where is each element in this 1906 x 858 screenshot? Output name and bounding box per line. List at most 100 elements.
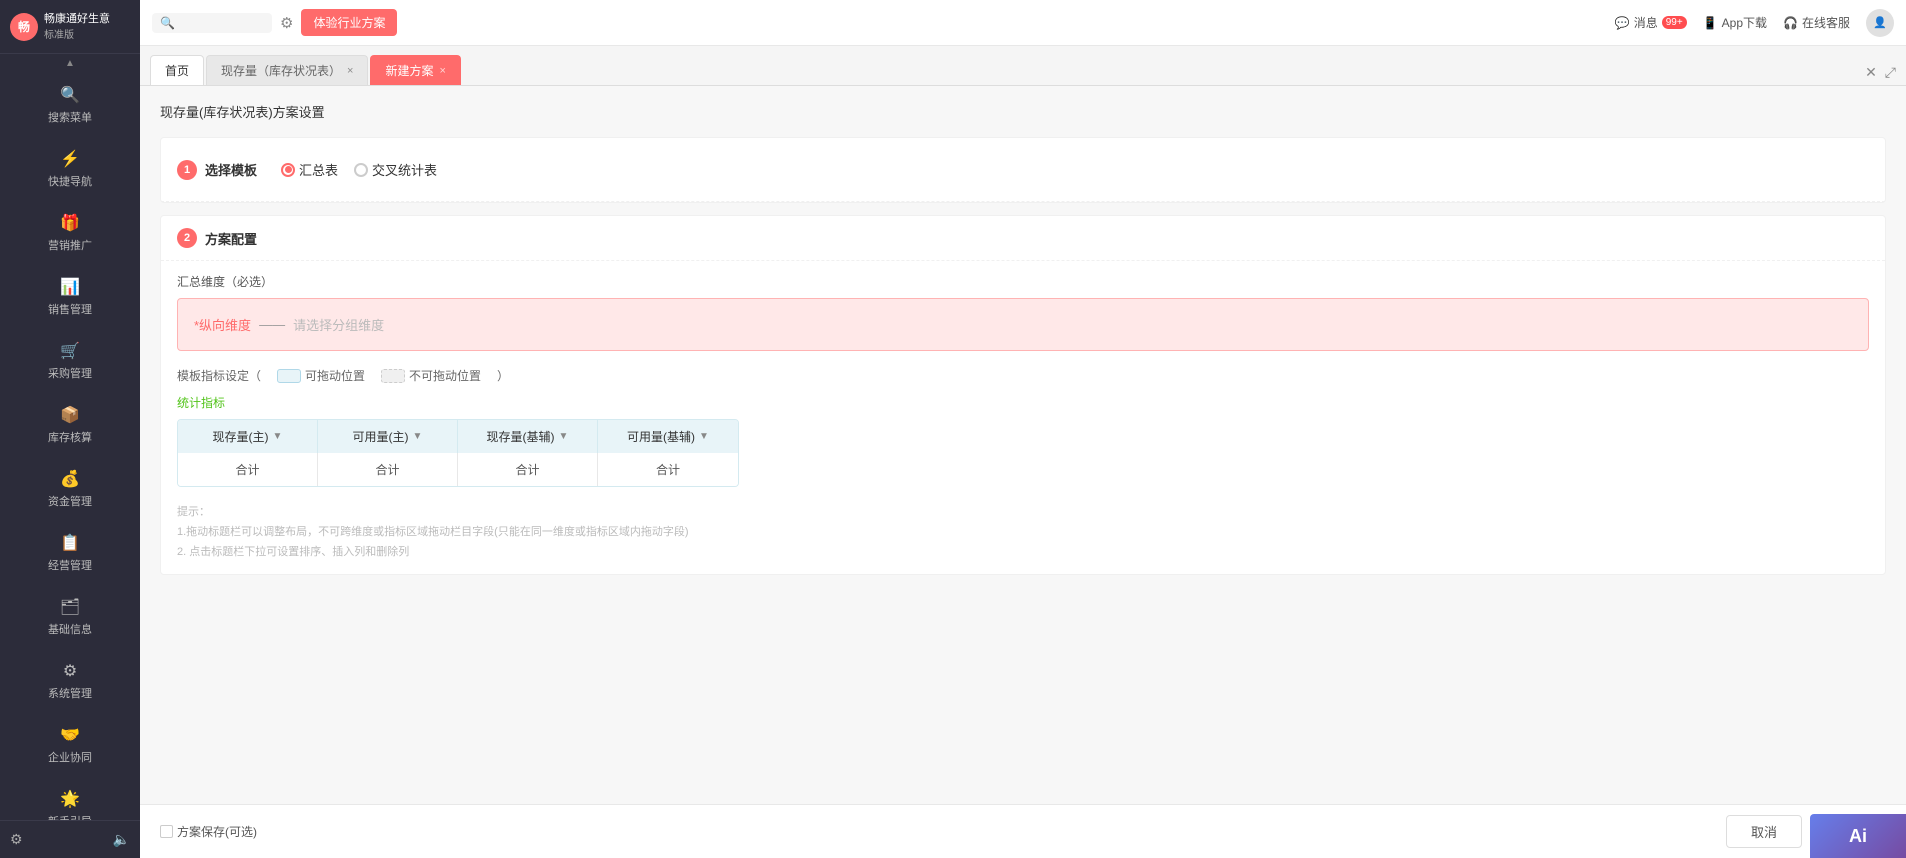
stats-col-sub-label-3: 合计 bbox=[656, 461, 680, 478]
search-menu-icon: 🔍 bbox=[60, 85, 80, 105]
save-checkbox-label[interactable]: 方案保存(可选) bbox=[160, 823, 257, 840]
dimension-area[interactable]: *纵向维度 —— 请选择分组维度 bbox=[177, 298, 1869, 351]
stats-col-sub-label-0: 合计 bbox=[235, 461, 259, 478]
sales-icon: 📊 bbox=[60, 277, 80, 297]
sidebar-item-marketing[interactable]: 🎁 营销推广 bbox=[0, 201, 140, 265]
stats-col-header-label-1: 可用量(主) bbox=[353, 428, 409, 445]
step1-title: 选择模板 bbox=[205, 160, 257, 179]
section1-header: 1 选择模板 汇总表 交叉统计表 bbox=[161, 138, 1885, 202]
sidebar-item-label-enterprise: 企业协同 bbox=[48, 749, 92, 765]
sidebar-item-label-finance: 资金管理 bbox=[48, 493, 92, 509]
step2-badge: 2 bbox=[177, 228, 197, 248]
sidebar-item-label-purchase: 采购管理 bbox=[48, 365, 92, 381]
stats-col-sub-label-1: 合计 bbox=[375, 461, 399, 478]
enterprise-icon: 🤝 bbox=[60, 725, 80, 745]
scroll-up-arrow[interactable]: ▲ bbox=[0, 54, 140, 73]
window-controls: ✕ ⤢ bbox=[1865, 64, 1906, 85]
stats-col-body-1: 合计 bbox=[318, 453, 458, 486]
sidebar-item-sales[interactable]: 📊 销售管理 bbox=[0, 265, 140, 329]
inventory-icon: 📦 bbox=[60, 405, 80, 425]
sidebar-item-quick-nav[interactable]: ⚡ 快捷导航 bbox=[0, 137, 140, 201]
main-area: 🔍 ⚙ 体验行业方案 💬 消息 99+ 📱 App下载 🎧 在线客服 👤 bbox=[140, 0, 1906, 858]
sidebar-item-enterprise[interactable]: 🤝 企业协同 bbox=[0, 713, 140, 777]
legend-draggable: 可拖动位置 bbox=[277, 367, 365, 384]
sidebar-item-label-inventory: 库存核算 bbox=[48, 429, 92, 445]
sidebar-item-system[interactable]: ⚙ 系统管理 bbox=[0, 649, 140, 713]
management-icon: 📋 bbox=[60, 533, 80, 553]
sidebar-item-guide[interactable]: 🌟 新手引导 bbox=[0, 777, 140, 820]
app-download-icon: 📱 bbox=[1703, 16, 1718, 30]
stats-col-header-0[interactable]: 现存量(主) ▼ bbox=[178, 420, 318, 453]
stats-col-body-0: 合计 bbox=[178, 453, 318, 486]
cancel-button[interactable]: 取消 bbox=[1726, 815, 1802, 848]
sidebar-item-search-menu[interactable]: 🔍 搜索菜单 bbox=[0, 73, 140, 137]
sidebar-item-basic-info[interactable]: 🗂 基础信息 bbox=[0, 585, 140, 649]
legend-non-draggable-label: 不可拖动位置 bbox=[409, 367, 481, 384]
radio-summary-label: 汇总表 bbox=[299, 160, 338, 179]
topbar-search-box[interactable]: 🔍 bbox=[152, 13, 272, 33]
indicator-legend-suffix: ） bbox=[497, 367, 509, 384]
section2-content: 汇总维度（必选） *纵向维度 —— 请选择分组维度 模板指标设定（ 可拖动位置 bbox=[161, 261, 1885, 574]
sidebar-audio-btn[interactable]: 🔈 bbox=[113, 831, 130, 848]
radio-summary-circle bbox=[281, 163, 295, 177]
sidebar-item-inventory[interactable]: 📦 库存核算 bbox=[0, 393, 140, 457]
sidebar-item-label-marketing: 营销推广 bbox=[48, 237, 92, 253]
tab-new-plan-close[interactable]: × bbox=[439, 65, 445, 77]
stats-col-dropdown-3[interactable]: ▼ bbox=[699, 431, 709, 442]
sidebar-item-label-basic-info: 基础信息 bbox=[48, 621, 92, 637]
tab-inventory-close[interactable]: × bbox=[347, 65, 353, 77]
topbar-gear-icon[interactable]: ⚙ bbox=[280, 14, 293, 32]
online-service-btn[interactable]: 🎧 在线客服 bbox=[1783, 14, 1850, 31]
vertical-dimension-label: *纵向维度 bbox=[194, 315, 251, 334]
bottom-bar: 方案保存(可选) 取消 查询 bbox=[140, 804, 1906, 858]
tab-new-plan[interactable]: 新建方案 × bbox=[370, 55, 460, 85]
tab-home[interactable]: 首页 bbox=[150, 55, 204, 85]
stats-col-header-1[interactable]: 可用量(主) ▼ bbox=[318, 420, 458, 453]
stats-col-dropdown-0[interactable]: ▼ bbox=[273, 431, 283, 442]
stats-col-dropdown-2[interactable]: ▼ bbox=[559, 431, 569, 442]
purchase-icon: 🛒 bbox=[60, 341, 80, 361]
stats-table-body: 合计 合计 合计 合计 bbox=[178, 453, 738, 486]
online-service-label: 在线客服 bbox=[1802, 14, 1850, 31]
radio-summary[interactable]: 汇总表 bbox=[281, 160, 338, 179]
tip-item-0: 1.拖动标题栏可以调整布局，不可跨维度或指标区域拖动栏目字段(只能在同一维度或指… bbox=[177, 523, 1869, 543]
search-input[interactable] bbox=[179, 16, 259, 30]
message-icon: 💬 bbox=[1615, 16, 1630, 30]
industry-plan-button[interactable]: 体验行业方案 bbox=[301, 9, 397, 36]
section2-header: 2 方案配置 bbox=[161, 216, 1885, 261]
stats-col-header-label-0: 现存量(主) bbox=[213, 428, 269, 445]
stats-col-header-2[interactable]: 现存量(基辅) ▼ bbox=[458, 420, 598, 453]
user-avatar[interactable]: 👤 bbox=[1866, 9, 1894, 37]
headset-icon: 🎧 bbox=[1783, 16, 1798, 30]
window-close-btn[interactable]: ✕ bbox=[1865, 64, 1877, 81]
app-download-label: App下载 bbox=[1722, 14, 1767, 31]
dimension-field-label: 汇总维度（必选） bbox=[177, 273, 1869, 290]
radio-cross-circle bbox=[354, 163, 368, 177]
dimension-placeholder: 请选择分组维度 bbox=[293, 315, 384, 334]
indicator-legend: 模板指标设定（ 可拖动位置 不可拖动位置 ） bbox=[177, 367, 1869, 384]
app-name: 畅康通好生意 bbox=[44, 12, 110, 26]
tab-inventory[interactable]: 现存量（库存状况表） × bbox=[206, 55, 368, 85]
sidebar-logo: 畅 畅康通好生意 标准版 bbox=[0, 0, 140, 54]
sidebar-item-management[interactable]: 📋 经营管理 bbox=[0, 521, 140, 585]
tips-section: 提示： 1.拖动标题栏可以调整布局，不可跨维度或指标区域拖动栏目字段(只能在同一… bbox=[177, 503, 1869, 562]
sidebar-item-purchase[interactable]: 🛒 采购管理 bbox=[0, 329, 140, 393]
tab-home-label: 首页 bbox=[165, 62, 189, 79]
legend-draggable-label: 可拖动位置 bbox=[305, 367, 365, 384]
basic-info-icon: 🗂 bbox=[60, 597, 80, 617]
sidebar-item-finance[interactable]: 💰 资金管理 bbox=[0, 457, 140, 521]
page-content: 现存量(库存状况表)方案设置 1 选择模板 汇总表 交叉统计表 bbox=[140, 86, 1906, 804]
sidebar-settings-btn[interactable]: ⚙ bbox=[10, 831, 23, 848]
radio-cross[interactable]: 交叉统计表 bbox=[354, 160, 437, 179]
sidebar-footer: ⚙ 🔈 bbox=[0, 820, 140, 858]
stats-section: 统计指标 现存量(主) ▼ 可用量(主) ▼ bbox=[177, 394, 1869, 487]
window-expand-btn[interactable]: ⤢ bbox=[1885, 64, 1896, 81]
message-btn[interactable]: 💬 消息 99+ bbox=[1615, 14, 1687, 31]
app-download-btn[interactable]: 📱 App下载 bbox=[1703, 14, 1767, 31]
stats-col-dropdown-1[interactable]: ▼ bbox=[413, 431, 423, 442]
stats-col-header-label-3: 可用量(基辅) bbox=[627, 428, 695, 445]
ai-fab-button[interactable]: Ai bbox=[1810, 814, 1906, 858]
stats-col-header-3[interactable]: 可用量(基辅) ▼ bbox=[598, 420, 738, 453]
save-checkbox-box[interactable] bbox=[160, 825, 173, 838]
sidebar-item-label-search-menu: 搜索菜单 bbox=[48, 109, 92, 125]
